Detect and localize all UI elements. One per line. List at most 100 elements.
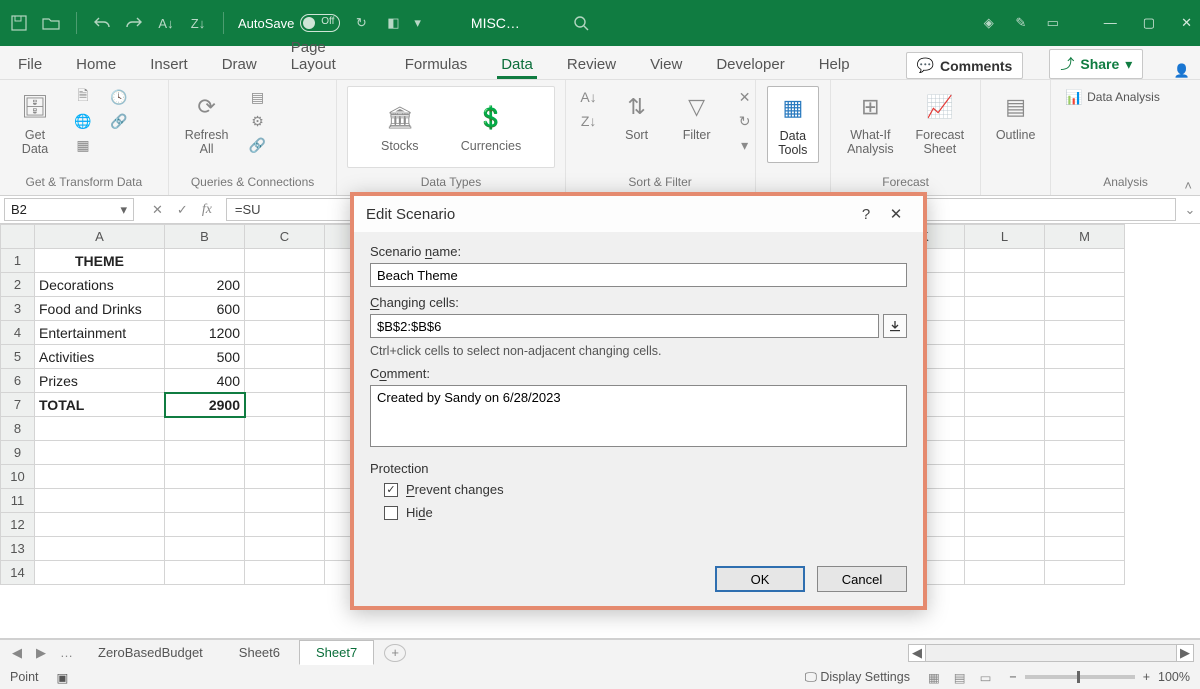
queries-button[interactable]: ▤ [244,86,270,108]
tab-scroll-right-icon[interactable]: ▶ [30,645,52,661]
sort-desc-icon[interactable]: Z↓ [187,12,209,34]
row-header[interactable]: 3 [1,297,35,321]
qat-customize-icon[interactable]: ▾ [414,12,421,34]
tab-help[interactable]: Help [815,50,854,79]
range-picker-button[interactable] [883,314,907,338]
zoom-in-icon[interactable]: + [1143,670,1150,684]
open-icon[interactable] [40,12,62,34]
col-header[interactable]: A [35,225,165,249]
share-button[interactable]: ⤴ Share ▾ [1049,49,1143,79]
tab-developer[interactable]: Developer [712,50,788,79]
cell[interactable]: THEME [35,249,165,273]
cell[interactable]: 400 [165,369,245,393]
sort-button[interactable]: ⇅Sort [612,86,662,146]
row-header[interactable]: 5 [1,345,35,369]
diamond-icon[interactable]: ◈ [978,12,1000,34]
save-icon[interactable] [8,12,30,34]
from-text-button[interactable]: 🗎 [70,86,96,108]
col-header[interactable]: B [165,225,245,249]
prevent-changes-checkbox[interactable]: ✓ Prevent changes [384,482,907,497]
comments-button[interactable]: 💬 Comments [906,52,1024,79]
zoom-out-icon[interactable]: − [1009,670,1016,684]
clear-filter-button[interactable]: ✕ [732,86,758,108]
fx-icon[interactable]: fx [202,202,212,218]
scroll-right-icon[interactable]: ▶ [1176,644,1194,662]
page-break-view-icon[interactable]: ▭ [980,670,992,685]
select-all-corner[interactable] [1,225,35,249]
window-icon[interactable]: ▭ [1042,12,1064,34]
ok-button[interactable]: OK [715,566,805,592]
sheet-tab[interactable]: ZeroBasedBudget [81,640,220,665]
data-tools-button[interactable]: ▦ Data Tools [767,86,819,163]
normal-view-icon[interactable]: ▦ [928,670,940,685]
tab-review[interactable]: Review [563,50,620,79]
row-header[interactable]: 6 [1,369,35,393]
cell[interactable] [165,249,245,273]
edit-links-button[interactable]: 🔗 [244,134,270,156]
from-table-button[interactable]: ▦ [70,134,96,156]
sort-az-button[interactable]: A↓ [576,86,602,108]
tab-scroll-left-icon[interactable]: ◀ [6,645,28,661]
cancel-button[interactable]: Cancel [817,566,907,592]
expand-formula-bar-icon[interactable]: ⌄ [1180,196,1200,223]
recent-sources-button[interactable]: 🕓 [106,86,132,108]
existing-connections-button[interactable]: 🔗 [106,110,132,132]
display-settings-button[interactable]: 🖵 Display Settings [805,670,910,685]
zoom-slider[interactable]: − + 100% [1009,670,1190,684]
touch-mode-icon[interactable]: ◧ [382,12,404,34]
minimize-button[interactable]: — [1104,15,1117,31]
zoom-level[interactable]: 100% [1158,670,1190,684]
restore-button[interactable]: ▢ [1143,15,1155,31]
forecast-sheet-button[interactable]: 📈Forecast Sheet [910,86,971,161]
scroll-left-icon[interactable]: ◀ [908,644,926,662]
data-analysis-button[interactable]: 📊Data Analysis [1061,86,1164,108]
col-header[interactable]: C [245,225,325,249]
tab-formulas[interactable]: Formulas [401,50,472,79]
tab-file[interactable]: File [14,50,46,79]
cell[interactable]: Activities [35,345,165,369]
changing-cells-input[interactable] [370,314,879,338]
redo-icon[interactable] [123,12,145,34]
pen-icon[interactable]: ✎ [1010,12,1032,34]
help-button[interactable]: ? [851,206,881,223]
cell[interactable]: Entertainment [35,321,165,345]
comment-textarea[interactable] [370,385,907,447]
cell[interactable]: 2900 [165,393,245,417]
cell[interactable]: TOTAL [35,393,165,417]
add-sheet-button[interactable]: + [384,644,406,662]
hide-checkbox[interactable]: Hide [384,505,907,520]
cell[interactable]: Food and Drinks [35,297,165,321]
cell[interactable]: Prizes [35,369,165,393]
properties-button[interactable]: ⚙ [244,110,270,132]
autosave-toggle[interactable]: AutoSave Off [238,14,340,32]
get-data-button[interactable]: 🗄 Get Data [10,86,60,161]
tab-view[interactable]: View [646,50,686,79]
refresh-icon[interactable]: ↻ [350,12,372,34]
row-header[interactable]: 1 [1,249,35,273]
row-header[interactable]: 4 [1,321,35,345]
reapply-button[interactable]: ↻ [732,110,758,132]
cell[interactable]: 200 [165,273,245,297]
cell[interactable]: Decorations [35,273,165,297]
name-box[interactable]: B2 ▾ [4,198,134,221]
sort-za-button[interactable]: Z↓ [576,110,602,132]
undo-icon[interactable] [91,12,113,34]
tab-data[interactable]: Data [497,50,537,79]
sheet-tab[interactable]: Sheet7 [299,640,374,665]
currencies-data-type[interactable]: 💲Currencies [455,97,527,157]
refresh-all-button[interactable]: ⟳ Refresh All [179,86,235,161]
cell[interactable]: 1200 [165,321,245,345]
tab-ellipsis[interactable]: … [54,645,79,660]
whatif-button[interactable]: ⊞What-If Analysis [841,86,899,161]
close-button[interactable]: ✕ [1181,15,1192,31]
col-header[interactable]: L [965,225,1045,249]
sort-asc-icon[interactable]: A↓ [155,12,177,34]
row-header[interactable]: 7 [1,393,35,417]
scenario-name-input[interactable] [370,263,907,287]
outline-button[interactable]: ▤Outline [991,86,1041,146]
search-icon[interactable] [570,12,592,34]
horizontal-scrollbar[interactable]: ◀ ▶ [908,644,1194,662]
filter-button[interactable]: ▽Filter [672,86,722,146]
stocks-data-type[interactable]: 🏛Stocks [375,97,425,157]
cancel-formula-icon[interactable]: ✕ [152,202,163,218]
